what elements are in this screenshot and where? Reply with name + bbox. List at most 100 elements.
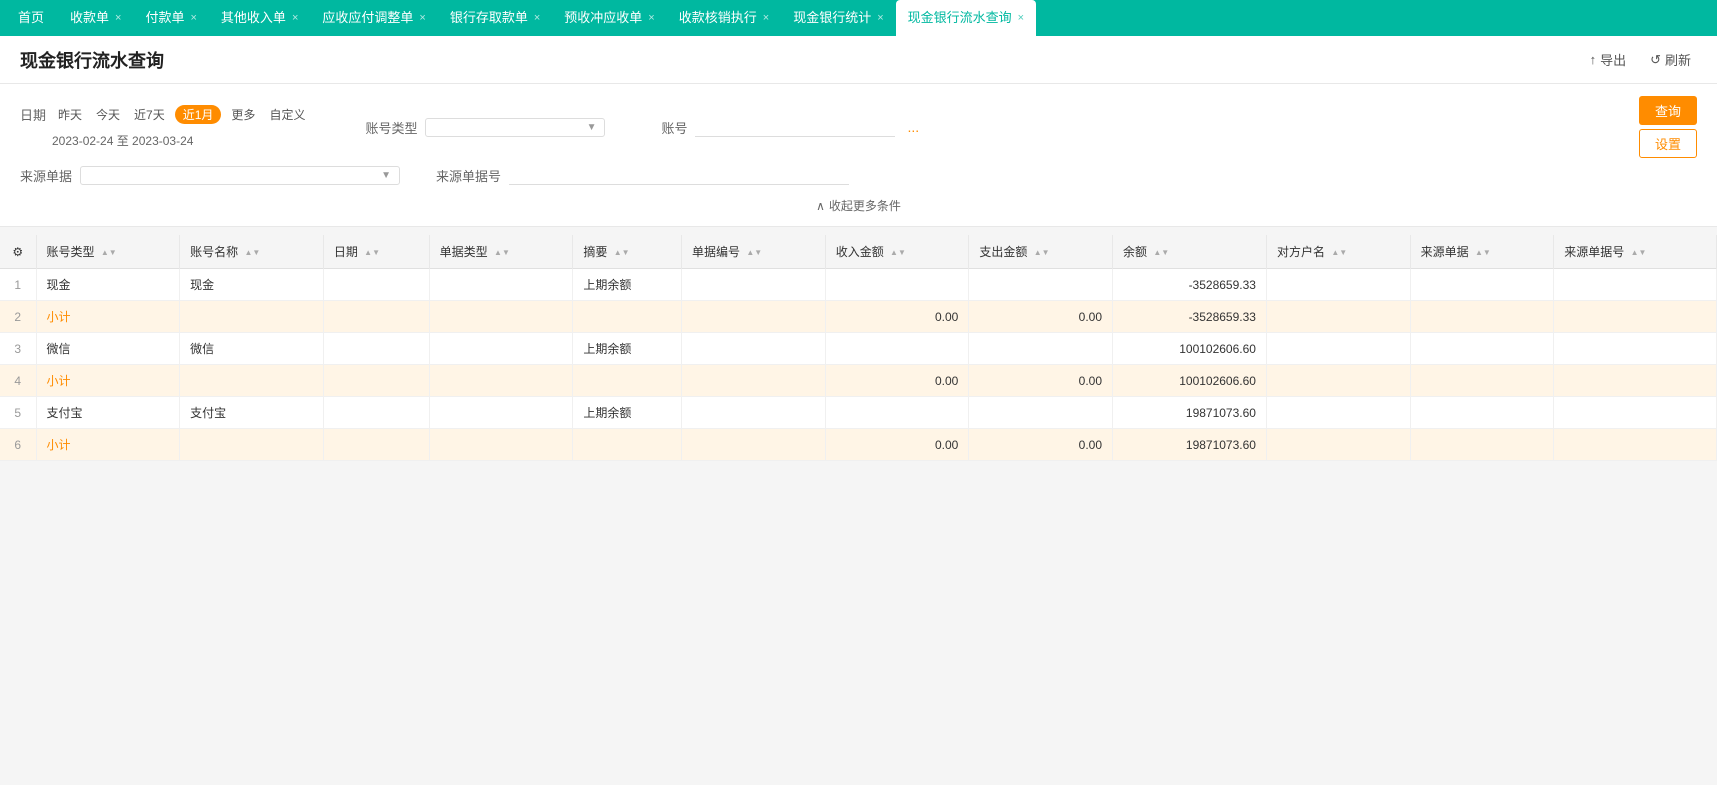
account-type-select[interactable]: ▼ (425, 118, 605, 137)
page-title: 现金银行流水查询 (20, 47, 164, 73)
cell-expense (969, 333, 1113, 365)
date-yesterday[interactable]: 昨天 (54, 105, 86, 124)
cell-date (323, 397, 429, 429)
th-doc-no[interactable]: 单据编号 ▲▼ (682, 235, 826, 269)
th-source-doc[interactable]: 来源单据 ▲▼ (1410, 235, 1554, 269)
data-table: ⚙ 账号类型 ▲▼ 账号名称 ▲▼ 日期 ▲▼ 单据类型 ▲▼ (0, 235, 1717, 461)
cell-summary: 上期余额 (573, 397, 682, 429)
date-today[interactable]: 今天 (92, 105, 124, 124)
nav-tab-5[interactable]: 预收冲应收单 × (552, 0, 666, 36)
nav-tab-4[interactable]: 银行存取款单 × (438, 0, 552, 36)
cell-account-name: 现金 (180, 269, 324, 301)
cell-account-name (180, 365, 324, 397)
close-icon[interactable]: × (763, 0, 769, 36)
cell-summary (573, 365, 682, 397)
sort-icon: ▲▼ (1631, 249, 1647, 257)
query-button[interactable]: 查询 (1639, 96, 1697, 125)
th-summary[interactable]: 摘要 ▲▼ (573, 235, 682, 269)
cell-counterpart (1266, 365, 1410, 397)
sort-icon: ▲▼ (890, 249, 906, 257)
date-custom[interactable]: 自定义 (265, 105, 309, 124)
th-balance[interactable]: 余额 ▲▼ (1113, 235, 1267, 269)
nav-tab-6[interactable]: 收款核销执行 × (667, 0, 781, 36)
table-header-row: ⚙ 账号类型 ▲▼ 账号名称 ▲▼ 日期 ▲▼ 单据类型 ▲▼ (0, 235, 1717, 269)
close-icon[interactable]: × (292, 0, 298, 36)
close-icon[interactable]: × (1018, 0, 1024, 36)
close-icon[interactable]: × (877, 0, 883, 36)
close-icon[interactable]: × (115, 0, 121, 36)
nav-tab-1[interactable]: 付款单 × (133, 0, 208, 36)
cell-balance: 19871073.60 (1113, 397, 1267, 429)
cell-source-doc (1410, 333, 1554, 365)
nav-tab-7[interactable]: 现金银行统计 × (781, 0, 895, 36)
cell-balance: 19871073.60 (1113, 429, 1267, 461)
cell-doc-type (429, 429, 573, 461)
th-counterpart[interactable]: 对方户名 ▲▼ (1266, 235, 1410, 269)
refresh-button[interactable]: ↺ 刷新 (1644, 46, 1697, 73)
sort-icon: ▲▼ (494, 249, 510, 257)
account-type-label: 账号类型 (365, 118, 417, 137)
cell-doc-no (682, 333, 826, 365)
cell-expense: 0.00 (969, 429, 1113, 461)
th-source-doc-no[interactable]: 来源单据号 ▲▼ (1554, 235, 1717, 269)
cell-summary (573, 429, 682, 461)
cell-doc-type (429, 301, 573, 333)
th-expense[interactable]: 支出金额 ▲▼ (969, 235, 1113, 269)
cell-account-name (180, 301, 324, 333)
th-doc-type[interactable]: 单据类型 ▲▼ (429, 235, 573, 269)
nav-tab-2[interactable]: 其他收入单 × (209, 0, 310, 36)
th-gear[interactable]: ⚙ (0, 235, 36, 269)
cell-doc-no (682, 397, 826, 429)
cell-income (825, 269, 969, 301)
date-shortcuts: 昨天 今天 近7天 近1月 更多 自定义 (54, 105, 309, 124)
cell-doc-no (682, 269, 826, 301)
sort-icon: ▲▼ (101, 249, 117, 257)
date-1month[interactable]: 近1月 (175, 105, 222, 124)
filter-area: 日期 昨天 今天 近7天 近1月 更多 自定义 2023-02-24 至 202… (0, 84, 1717, 227)
table-wrap: ⚙ 账号类型 ▲▼ 账号名称 ▲▼ 日期 ▲▼ 单据类型 ▲▼ (0, 235, 1717, 461)
cell-doc-type (429, 397, 573, 429)
nav-home[interactable]: 首页 (4, 0, 58, 36)
th-date[interactable]: 日期 ▲▼ (323, 235, 429, 269)
th-account-type[interactable]: 账号类型 ▲▼ (36, 235, 180, 269)
close-icon[interactable]: × (534, 0, 540, 36)
sort-icon: ▲▼ (1034, 249, 1050, 257)
refresh-icon: ↺ (1650, 52, 1661, 68)
account-input[interactable] (699, 120, 891, 134)
cell-expense: 0.00 (969, 301, 1113, 333)
table-row: 5支付宝支付宝上期余额19871073.60 (0, 397, 1717, 429)
table-row: 2小计0.000.00-3528659.33 (0, 301, 1717, 333)
close-icon[interactable]: × (190, 0, 196, 36)
date-more[interactable]: 更多 (227, 105, 259, 124)
th-account-name[interactable]: 账号名称 ▲▼ (180, 235, 324, 269)
th-income[interactable]: 收入金额 ▲▼ (825, 235, 969, 269)
filter-row-1: 日期 昨天 今天 近7天 近1月 更多 自定义 2023-02-24 至 202… (20, 96, 1697, 158)
source-doc-select[interactable]: ▼ (80, 166, 400, 185)
collapse-bar[interactable]: ∧ 收起更多条件 (20, 193, 1697, 218)
source-doc-no-input[interactable] (513, 168, 845, 182)
nav-tab-3[interactable]: 应收应付调整单 × (310, 0, 437, 36)
cell-source-doc (1410, 269, 1554, 301)
row-number: 3 (0, 333, 36, 365)
nav-tab-0[interactable]: 收款单 × (58, 0, 133, 36)
source-doc-label: 来源单据 (20, 166, 72, 185)
gear-icon: ⚙ (12, 245, 23, 259)
date-7days[interactable]: 近7天 (130, 105, 169, 124)
close-icon[interactable]: × (648, 0, 654, 36)
cell-source-doc-no (1554, 269, 1717, 301)
nav-tab-8[interactable]: 现金银行流水查询 × (896, 0, 1036, 36)
account-dots-button[interactable]: ... (907, 119, 919, 135)
cell-doc-type (429, 365, 573, 397)
export-button[interactable]: ↑ 导出 (1584, 46, 1633, 73)
cell-date (323, 365, 429, 397)
cell-expense (969, 397, 1113, 429)
settings-button[interactable]: 设置 (1639, 129, 1697, 158)
cell-account-type: 微信 (36, 333, 180, 365)
close-icon[interactable]: × (419, 0, 425, 36)
cell-account-name: 微信 (180, 333, 324, 365)
cell-doc-no (682, 365, 826, 397)
account-input-wrap (695, 118, 895, 137)
chevron-down-icon-2: ▼ (381, 170, 391, 181)
export-icon: ↑ (1590, 52, 1597, 67)
source-doc-no-input-wrap (509, 166, 849, 185)
